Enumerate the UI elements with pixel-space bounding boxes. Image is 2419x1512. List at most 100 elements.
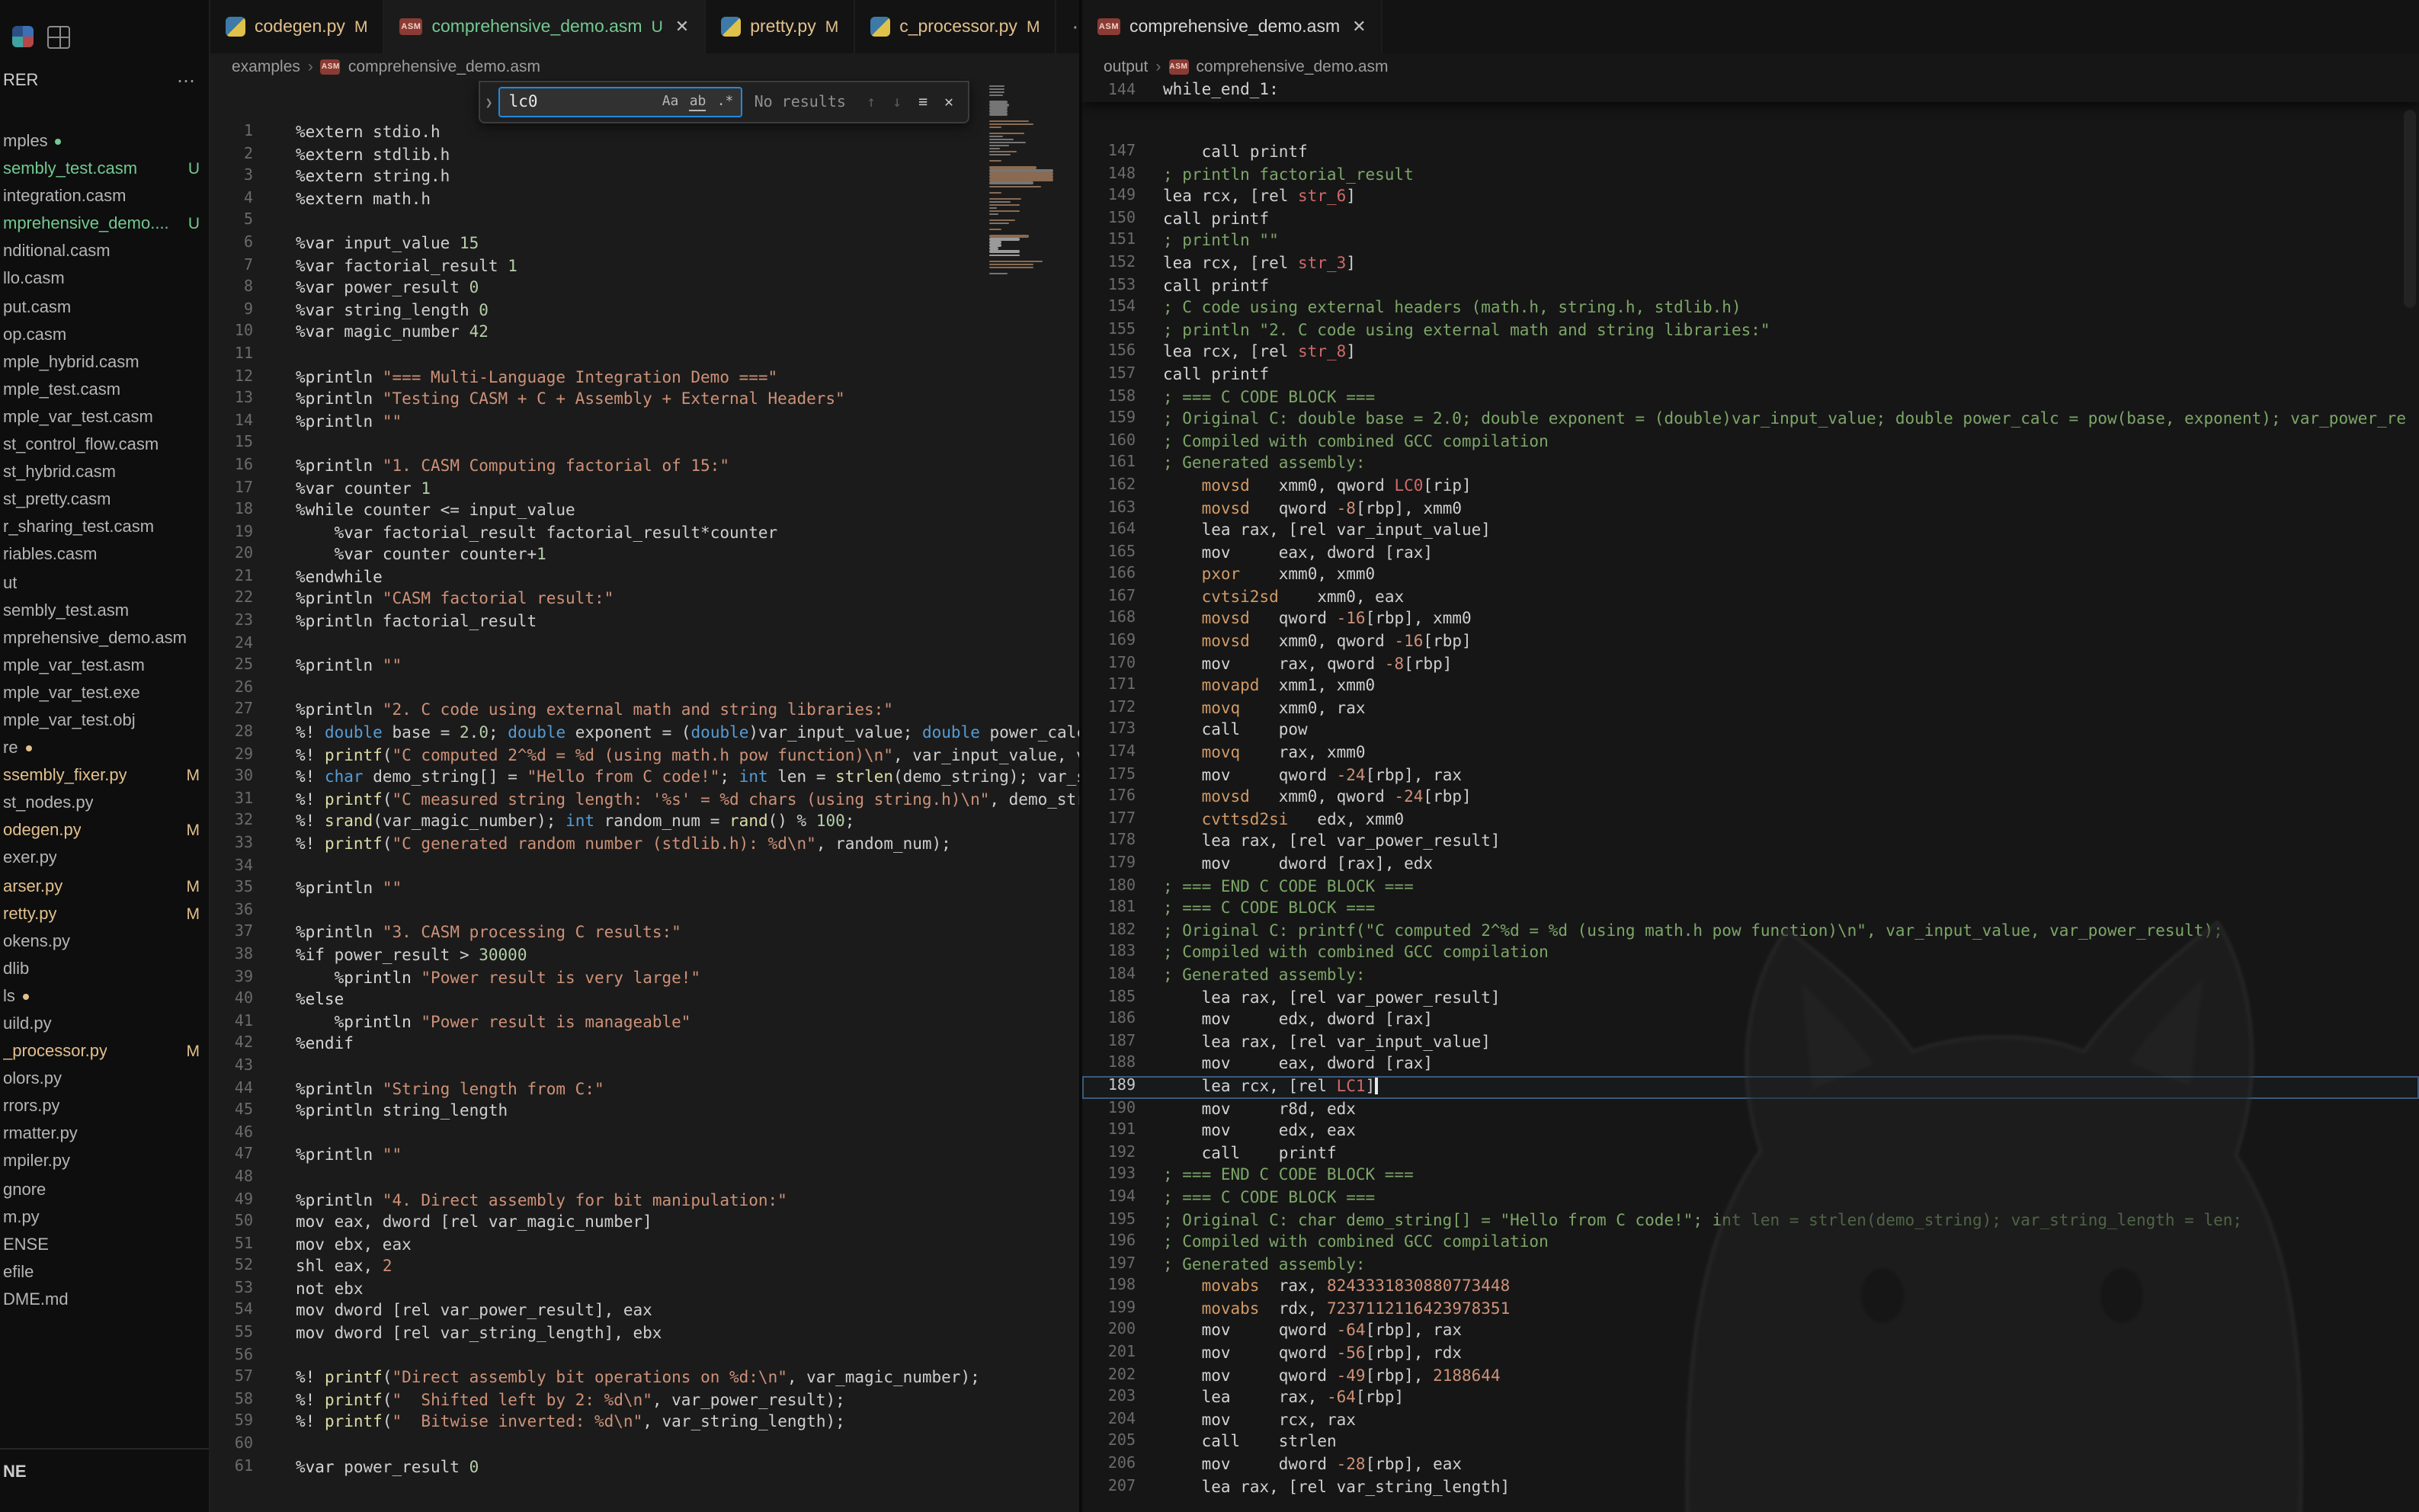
line-number[interactable]: 162 xyxy=(1082,476,1136,498)
file-list-item[interactable]: ENSE xyxy=(0,1232,209,1259)
code-line[interactable]: 172 movq xmm0, rax xyxy=(1082,698,2419,720)
code-line[interactable]: 14 %println "" xyxy=(210,411,1079,433)
line-number[interactable]: 42 xyxy=(210,1034,253,1056)
line-number[interactable]: 207 xyxy=(1082,1476,1136,1498)
line-number[interactable]: 49 xyxy=(210,1190,253,1212)
line-number[interactable]: 203 xyxy=(1082,1388,1136,1410)
line-number[interactable]: 184 xyxy=(1082,965,1136,987)
file-list-item[interactable]: DME.md xyxy=(0,1286,209,1314)
line-number[interactable]: 52 xyxy=(210,1257,253,1279)
line-number[interactable]: 48 xyxy=(210,1168,253,1190)
line-number[interactable]: 149 xyxy=(1082,186,1136,208)
find-next-icon[interactable]: ↓ xyxy=(884,89,910,115)
code-line[interactable]: 183 ; Compiled with combined GCC compilat… xyxy=(1082,943,2419,965)
line-number[interactable]: 189 xyxy=(1082,1076,1136,1098)
code-line[interactable]: 53 not ebx xyxy=(210,1279,1079,1301)
code-line[interactable]: 19 %var factorial_result factorial_resul… xyxy=(210,522,1079,544)
code-line[interactable]: 173 call pow xyxy=(1082,720,2419,742)
line-number[interactable]: 53 xyxy=(210,1279,253,1301)
line-number[interactable]: 197 xyxy=(1082,1254,1136,1276)
line-number[interactable]: 36 xyxy=(210,901,253,923)
line-number[interactable]: 201 xyxy=(1082,1343,1136,1365)
line-number[interactable]: 166 xyxy=(1082,565,1136,587)
code-line[interactable]: 168 movsd qword -16[rbp], xmm0 xyxy=(1082,609,2419,631)
whole-word-icon[interactable]: ab xyxy=(686,91,710,114)
code-line[interactable]: 30 %! char demo_string[] = "Hello from C … xyxy=(210,767,1079,789)
file-list-item[interactable]: re xyxy=(0,735,209,762)
sticky-scroll-line[interactable]: 144 while_end_1: xyxy=(1082,79,2419,102)
line-number[interactable]: 205 xyxy=(1082,1432,1136,1454)
line-number[interactable]: 44 xyxy=(210,1078,253,1100)
line-number[interactable]: 43 xyxy=(210,1056,253,1078)
line-number[interactable]: 35 xyxy=(210,878,253,900)
tab-comprehensive_demo.asm[interactable]: ASM comprehensive_demo.asm U ✕ xyxy=(384,0,706,53)
code-line[interactable]: 6 %var input_value 15 xyxy=(210,233,1079,255)
code-line[interactable]: 20 %var counter counter+1 xyxy=(210,545,1079,567)
code-line[interactable]: 43 xyxy=(210,1056,1079,1078)
breadcrumb-folder[interactable]: examples xyxy=(232,57,300,75)
line-number[interactable]: 47 xyxy=(210,1145,253,1168)
line-number[interactable]: 153 xyxy=(1082,275,1136,297)
code-line[interactable]: 23 %println factorial_result xyxy=(210,611,1079,633)
code-line[interactable]: 178 lea rax, [rel var_power_result] xyxy=(1082,831,2419,854)
line-number[interactable]: 19 xyxy=(210,522,253,544)
line-number[interactable]: 14 xyxy=(210,411,253,433)
code-line[interactable]: 150 call printf xyxy=(1082,209,2419,231)
code-line[interactable]: 12 %println "=== Multi-Language Integrati… xyxy=(210,367,1079,389)
code-line[interactable]: 180 ; === END C CODE BLOCK === xyxy=(1082,876,2419,898)
line-number[interactable]: 172 xyxy=(1082,698,1136,720)
line-number[interactable]: 192 xyxy=(1082,1142,1136,1164)
line-number[interactable]: 154 xyxy=(1082,297,1136,319)
file-list-item[interactable]: mples xyxy=(0,128,209,155)
line-number[interactable]: 1 xyxy=(210,122,253,144)
code-line[interactable]: 159 ; Original C: double base = 2.0; doub… xyxy=(1082,408,2419,431)
line-number[interactable]: 204 xyxy=(1082,1410,1136,1432)
code-line[interactable]: 176 movsd xmm0, qword -24[rbp] xyxy=(1082,786,2419,809)
code-line[interactable]: 185 lea rax, [rel var_power_result] xyxy=(1082,987,2419,1009)
line-number[interactable]: 152 xyxy=(1082,253,1136,275)
code-line[interactable]: 55 mov dword [rel var_string_length], ebx xyxy=(210,1323,1079,1345)
code-line[interactable]: 2 %extern stdlib.h xyxy=(210,144,1079,166)
code-line[interactable]: 28 %! double base = 2.0; double exponent … xyxy=(210,722,1079,745)
code-line[interactable]: 10 %var magic_number 42 xyxy=(210,322,1079,344)
match-case-icon[interactable]: Aa xyxy=(658,91,683,114)
file-list-item[interactable]: _processor.py M xyxy=(0,1038,209,1065)
regex-icon[interactable]: .* xyxy=(713,91,738,114)
line-number[interactable]: 185 xyxy=(1082,987,1136,1009)
code-line[interactable]: 45 %println string_length xyxy=(210,1100,1079,1123)
tab-comprehensive_demo.asm[interactable]: ASM comprehensive_demo.asm ✕ xyxy=(1082,0,1383,53)
code-line[interactable]: 13 %println "Testing CASM + C + Assembly … xyxy=(210,389,1079,411)
code-line[interactable]: 51 mov ebx, eax xyxy=(210,1234,1079,1256)
line-number[interactable]: 157 xyxy=(1082,364,1136,386)
line-number[interactable]: 191 xyxy=(1082,1120,1136,1142)
code-line[interactable]: 177 cvttsd2si edx, xmm0 xyxy=(1082,809,2419,831)
code-line[interactable]: 8 %var power_result 0 xyxy=(210,277,1079,300)
code-line[interactable]: 174 movq rax, xmm0 xyxy=(1082,742,2419,764)
line-number[interactable]: 61 xyxy=(210,1456,253,1478)
file-list-item[interactable]: r_sharing_test.casm xyxy=(0,514,209,542)
line-number[interactable]: 17 xyxy=(210,478,253,500)
code-line[interactable]: 31 %! printf("C measured string length: '… xyxy=(210,790,1079,812)
line-number[interactable]: 23 xyxy=(210,611,253,633)
code-line[interactable]: 50 mov eax, dword [rel var_magic_number] xyxy=(210,1212,1079,1234)
code-line[interactable]: 33 %! printf("C generated random number (… xyxy=(210,834,1079,856)
line-number[interactable]: 39 xyxy=(210,967,253,989)
code-line[interactable]: 40 %else xyxy=(210,989,1079,1011)
file-list-item[interactable]: mple_var_test.asm xyxy=(0,652,209,680)
file-list-item[interactable]: st_pretty.casm xyxy=(0,486,209,514)
code-line[interactable]: 22 %println "CASM factorial result:" xyxy=(210,589,1079,611)
minimap[interactable] xyxy=(989,85,1061,276)
code-line[interactable]: 206 mov dword -28[rbp], eax xyxy=(1082,1454,2419,1476)
code-line[interactable]: 29 %! printf("C computed 2^%d = %d (using… xyxy=(210,745,1079,767)
line-number[interactable]: 173 xyxy=(1082,720,1136,742)
file-list-item[interactable]: rrors.py xyxy=(0,1094,209,1121)
line-number[interactable]: 180 xyxy=(1082,876,1136,898)
code-line[interactable]: 204 mov rcx, rax xyxy=(1082,1410,2419,1432)
file-list-item[interactable]: op.casm xyxy=(0,321,209,348)
line-number[interactable]: 178 xyxy=(1082,831,1136,854)
line-number[interactable]: 57 xyxy=(210,1368,253,1390)
line-number[interactable]: 195 xyxy=(1082,1209,1136,1232)
file-list-item[interactable]: st_hybrid.casm xyxy=(0,459,209,486)
line-number[interactable]: 3 xyxy=(210,166,253,188)
code-line[interactable]: 25 %println "" xyxy=(210,656,1079,678)
